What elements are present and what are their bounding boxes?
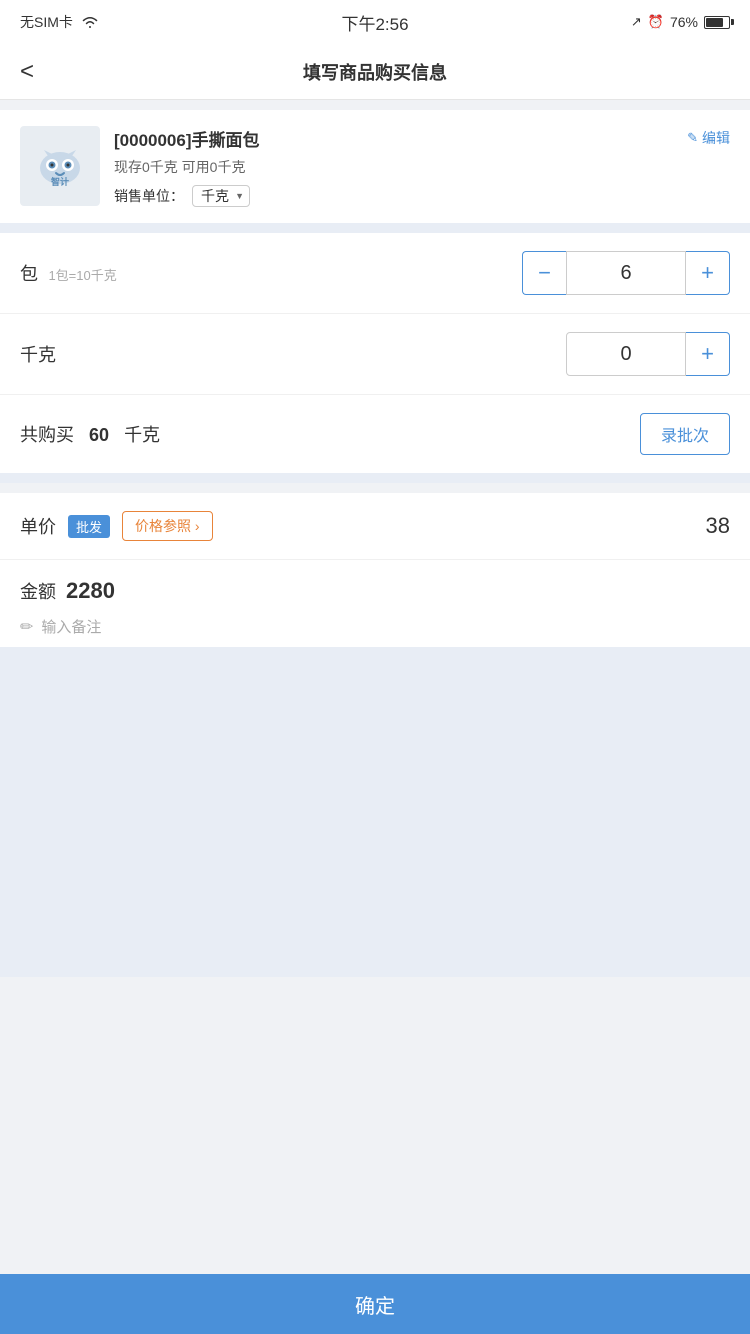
bao-qty-controls: − +: [522, 251, 730, 295]
confirm-button[interactable]: 确定: [0, 1274, 750, 1334]
product-image: 智计: [20, 126, 100, 206]
product-name: [0000006]手撕面包: [114, 126, 730, 151]
kg-label-group: 千克: [20, 341, 56, 367]
edit-button[interactable]: ✎ 编辑: [687, 128, 730, 148]
alarm-icon: ⏰: [648, 14, 664, 30]
quantity-section: 包 1包=10千克 − + 千克 + 共购买 60 千克: [0, 233, 750, 473]
kg-qty-row: 千克 +: [0, 314, 750, 395]
divider-2: [0, 473, 750, 483]
bao-qty-row: 包 1包=10千克 − +: [0, 233, 750, 314]
price-label: 单价: [20, 513, 56, 539]
kg-qty-input[interactable]: [566, 332, 686, 376]
total-label: 共购买 60 千克: [20, 425, 160, 445]
status-time: 下午2:56: [341, 10, 408, 35]
total-unit: 千克: [124, 425, 160, 445]
carrier-text: 无SIM卡: [20, 12, 73, 32]
total-text-group: 共购买 60 千克: [20, 421, 160, 447]
product-unit-row: 销售单位： 千克: [114, 185, 730, 207]
amount-section: 金额 2280 ✏ 输入备注: [0, 560, 750, 647]
price-ref-button[interactable]: 价格参照 ›: [122, 511, 213, 541]
price-badge: 批发: [68, 515, 110, 538]
price-value: 38: [706, 513, 730, 539]
total-row: 共购买 60 千克 录批次: [0, 395, 750, 473]
amount-row: 金额 2280: [20, 578, 730, 604]
edit-label: 编辑: [702, 128, 730, 148]
bao-label-group: 包 1包=10千克: [20, 260, 117, 286]
kg-label: 千克: [20, 345, 56, 365]
page-title: 填写商品购买信息: [303, 59, 447, 85]
bao-plus-button[interactable]: +: [686, 251, 730, 295]
battery-pct: 76%: [670, 14, 698, 30]
wifi-icon: [81, 15, 99, 29]
pencil-icon: ✏: [20, 617, 33, 637]
price-section: 单价 批发 价格参照 › 38: [0, 493, 750, 560]
product-stock: 现存0千克 可用0千克: [114, 157, 730, 177]
status-bar: 无SIM卡 下午2:56 ↗ ⏰ 76%: [0, 0, 750, 44]
location-icon: ↗: [631, 14, 642, 30]
svg-text:智计: 智计: [51, 176, 69, 186]
bao-qty-input[interactable]: [566, 251, 686, 295]
product-info: [0000006]手撕面包 现存0千克 可用0千克 销售单位： 千克: [114, 126, 730, 207]
edit-icon: ✎: [687, 130, 698, 146]
product-card: 智计 [0000006]手撕面包 现存0千克 可用0千克 销售单位： 千克 ✎ …: [0, 110, 750, 223]
total-amount: 60: [89, 425, 109, 445]
batch-button[interactable]: 录批次: [640, 413, 730, 455]
status-right: ↗ ⏰ 76%: [631, 14, 730, 30]
bottom-area: [0, 647, 750, 977]
bao-sublabel: 1包=10千克: [48, 268, 116, 283]
kg-plus-button[interactable]: +: [686, 332, 730, 376]
unit-select-wrap[interactable]: 千克: [192, 185, 250, 207]
bao-minus-button[interactable]: −: [522, 251, 566, 295]
bao-label: 包: [20, 264, 38, 284]
unit-select[interactable]: 千克: [192, 185, 250, 207]
battery-icon: [704, 16, 730, 29]
back-button[interactable]: <: [20, 58, 34, 86]
status-carrier: 无SIM卡: [20, 12, 99, 32]
amount-label: 金额: [20, 578, 56, 604]
kg-qty-controls: +: [566, 332, 730, 376]
unit-label-text: 销售单位：: [114, 186, 184, 206]
nav-bar: < 填写商品购买信息: [0, 44, 750, 100]
amount-value: 2280: [66, 578, 115, 604]
remark-row[interactable]: ✏ 输入备注: [20, 616, 730, 637]
divider-1: [0, 223, 750, 233]
owl-logo-icon: 智计: [35, 146, 85, 186]
remark-label: 输入备注: [41, 616, 101, 637]
